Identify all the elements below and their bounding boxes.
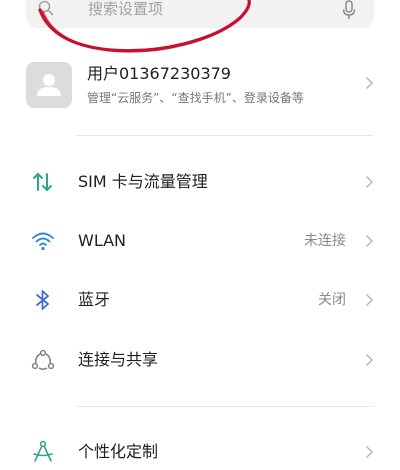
account-name: 用户01367230379 [87,64,231,83]
account-description: 管理“云服务”、“查找手机”、登录设备等 [87,91,304,105]
chevron-right-icon [365,76,374,90]
microphone-icon[interactable] [342,0,356,20]
settings-item-wlan[interactable]: WLAN 未连接 [0,213,400,269]
default-user-icon [37,74,61,96]
divider [76,135,374,136]
settings-item-connection-sharing[interactable]: 连接与共享 [0,332,400,388]
wifi-icon [32,232,54,251]
settings-item-sim[interactable]: SIM 卡与流量管理 [0,154,400,210]
chevron-right-icon [365,175,374,189]
personalization-icon [33,440,53,462]
settings-item-personalization[interactable]: 个性化定制 [0,424,400,470]
settings-item-label: WLAN [78,231,127,250]
chevron-right-icon [365,445,374,459]
search-icon [38,0,54,16]
search-placeholder: 搜索设置项 [88,0,164,18]
settings-item-label: 个性化定制 [78,442,159,461]
chevron-right-icon [365,353,374,367]
avatar [26,62,72,108]
chevron-right-icon [365,293,374,307]
bluetooth-icon [36,290,49,310]
settings-item-label: 连接与共享 [78,350,159,369]
sim-data-icon [33,173,52,191]
connection-sharing-icon [31,349,55,370]
settings-item-status: 关闭 [318,292,346,308]
settings-item-status: 未连接 [304,233,346,249]
account-row[interactable]: 用户01367230379 管理“云服务”、“查找手机”、登录设备等 [0,56,400,122]
settings-item-label: SIM 卡与流量管理 [78,172,208,191]
divider [76,406,374,407]
search-bar[interactable]: 搜索设置项 [26,0,374,28]
settings-item-bluetooth[interactable]: 蓝牙 关闭 [0,272,400,328]
settings-screen: 搜索设置项 用户01367230379 管理“云服务”、“查找手机”、登录设备等 [0,0,400,470]
chevron-right-icon [365,234,374,248]
settings-item-label: 蓝牙 [78,290,111,309]
